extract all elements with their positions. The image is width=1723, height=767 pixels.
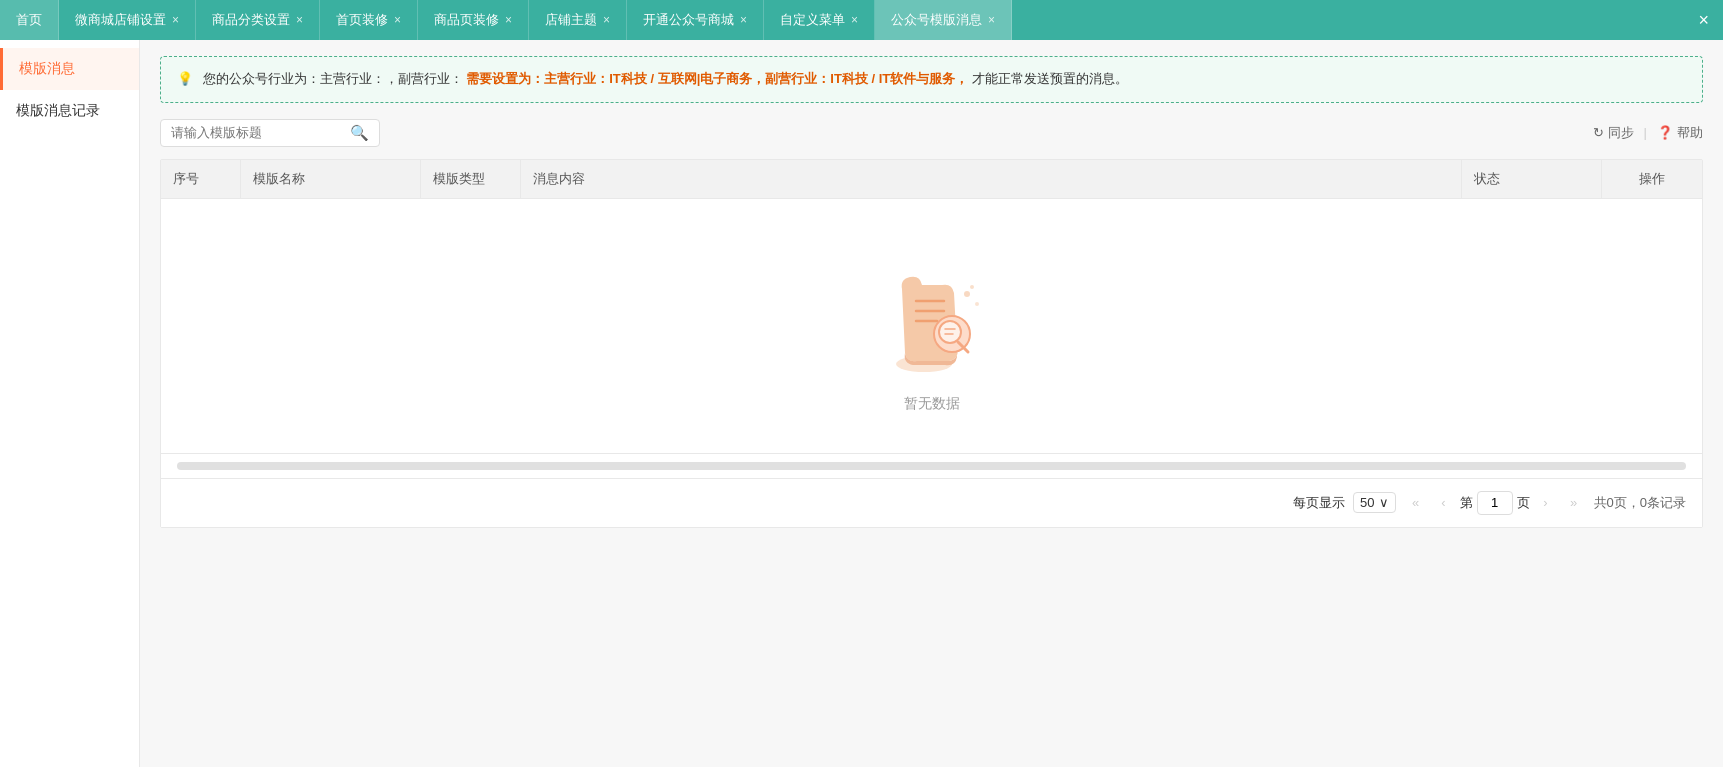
scrollbar-area [161, 453, 1702, 478]
sync-label: 同步 [1608, 124, 1634, 142]
page-size-arrow: ∨ [1379, 495, 1389, 510]
th-type: 模版类型 [421, 160, 521, 198]
empty-icon [872, 259, 992, 379]
tab-product-decor-close[interactable]: × [505, 13, 512, 27]
page-nav: « ‹ 第 页 › » [1404, 491, 1586, 515]
tab-product-category[interactable]: 商品分类设置 × [196, 0, 320, 40]
tab-home-label: 首页 [16, 11, 42, 29]
notice-prefix: 您的公众号行业为：主营行业：，副营行业： [203, 71, 463, 86]
tab-product-category-label: 商品分类设置 [212, 11, 290, 29]
tab-custom-menu[interactable]: 自定义菜单 × [764, 0, 875, 40]
notice-suffix: 才能正常发送预置的消息。 [972, 71, 1128, 86]
svg-point-11 [970, 285, 974, 289]
table-header: 序号 模版名称 模版类型 消息内容 状态 操作 [161, 160, 1702, 199]
th-seq: 序号 [161, 160, 241, 198]
page-size-label: 每页显示 [1293, 494, 1345, 512]
sidebar-item-template-record[interactable]: 模版消息记录 [0, 90, 139, 132]
help-icon: ❓ [1657, 125, 1673, 140]
tab-home[interactable]: 首页 [0, 0, 59, 40]
th-content: 消息内容 [521, 160, 1462, 198]
divider: | [1644, 125, 1647, 140]
th-name: 模版名称 [241, 160, 421, 198]
tab-shop-theme[interactable]: 店铺主题 × [529, 0, 627, 40]
tab-homepage-decor[interactable]: 首页装修 × [320, 0, 418, 40]
page-word-after: 页 [1517, 494, 1530, 512]
svg-point-10 [975, 302, 979, 306]
data-table: 序号 模版名称 模版类型 消息内容 状态 操作 [160, 159, 1703, 528]
help-label: 帮助 [1677, 124, 1703, 142]
sync-icon: ↻ [1593, 125, 1604, 140]
sidebar-item-template-record-label: 模版消息记录 [16, 102, 100, 118]
page-input[interactable] [1477, 491, 1513, 515]
search-icon[interactable]: 🔍 [350, 124, 369, 142]
th-status: 状态 [1462, 160, 1602, 198]
tab-template-msg-close[interactable]: × [988, 13, 995, 27]
search-bar: 🔍 ↻ 同步 | ❓ 帮助 [160, 119, 1703, 147]
page-word-before: 第 [1460, 494, 1473, 512]
search-actions: ↻ 同步 | ❓ 帮助 [1593, 124, 1703, 142]
empty-text: 暂无数据 [904, 395, 960, 413]
empty-state: 暂无数据 [161, 199, 1702, 453]
notice-highlight: 需要设置为：主营行业：IT科技 / 互联网|电子商务，副营行业：IT科技 / I… [466, 71, 968, 86]
page-first-button[interactable]: « [1404, 491, 1428, 515]
tab-product-category-close[interactable]: × [296, 13, 303, 27]
notice-banner: 💡 您的公众号行业为：主营行业：，副营行业： 需要设置为：主营行业：IT科技 /… [160, 56, 1703, 103]
tab-bar-close-all[interactable]: × [1684, 0, 1723, 40]
tab-homepage-decor-label: 首页装修 [336, 11, 388, 29]
page-size-select[interactable]: 50 ∨ [1353, 492, 1395, 513]
page-next-button[interactable]: › [1534, 491, 1558, 515]
search-input[interactable] [171, 125, 350, 140]
tab-open-mall-close[interactable]: × [740, 13, 747, 27]
svg-point-9 [964, 291, 970, 297]
tab-open-mall[interactable]: 开通公众号商城 × [627, 0, 764, 40]
page-size-value: 50 [1360, 495, 1374, 510]
tab-shop-theme-close[interactable]: × [603, 13, 610, 27]
tab-homepage-decor-close[interactable]: × [394, 13, 401, 27]
content-area: 💡 您的公众号行业为：主营行业：，副营行业： 需要设置为：主营行业：IT科技 /… [140, 40, 1723, 767]
svg-point-5 [939, 321, 961, 343]
th-action: 操作 [1602, 160, 1702, 198]
page-total: 共0页，0条记录 [1594, 494, 1686, 512]
main-layout: 模版消息 模版消息记录 💡 您的公众号行业为：主营行业：，副营行业： 需要设置为… [0, 40, 1723, 767]
sidebar-item-template-msg[interactable]: 模版消息 [0, 48, 139, 90]
pagination: 每页显示 50 ∨ « ‹ 第 页 › [161, 478, 1702, 527]
tab-bar: 首页 微商城店铺设置 × 商品分类设置 × 首页装修 × 商品页装修 × 店铺主… [0, 0, 1723, 40]
tab-template-msg-label: 公众号模版消息 [891, 11, 982, 29]
sync-button[interactable]: ↻ 同步 [1593, 124, 1634, 142]
notice-icon: 💡 [177, 71, 193, 86]
tab-custom-menu-close[interactable]: × [851, 13, 858, 27]
sidebar: 模版消息 模版消息记录 [0, 40, 140, 767]
tab-wechat-shop-label: 微商城店铺设置 [75, 11, 166, 29]
tab-product-decor[interactable]: 商品页装修 × [418, 0, 529, 40]
help-button[interactable]: ❓ 帮助 [1657, 124, 1703, 142]
tab-product-decor-label: 商品页装修 [434, 11, 499, 29]
tab-wechat-shop-close[interactable]: × [172, 13, 179, 27]
tab-shop-theme-label: 店铺主题 [545, 11, 597, 29]
tab-custom-menu-label: 自定义菜单 [780, 11, 845, 29]
tab-open-mall-label: 开通公众号商城 [643, 11, 734, 29]
page-prev-button[interactable]: ‹ [1432, 491, 1456, 515]
tab-wechat-shop[interactable]: 微商城店铺设置 × [59, 0, 196, 40]
page-last-button[interactable]: » [1562, 491, 1586, 515]
horizontal-scrollbar[interactable] [177, 462, 1686, 470]
tab-template-msg[interactable]: 公众号模版消息 × [875, 0, 1012, 40]
search-input-wrap: 🔍 [160, 119, 380, 147]
sidebar-item-template-msg-label: 模版消息 [19, 60, 75, 76]
